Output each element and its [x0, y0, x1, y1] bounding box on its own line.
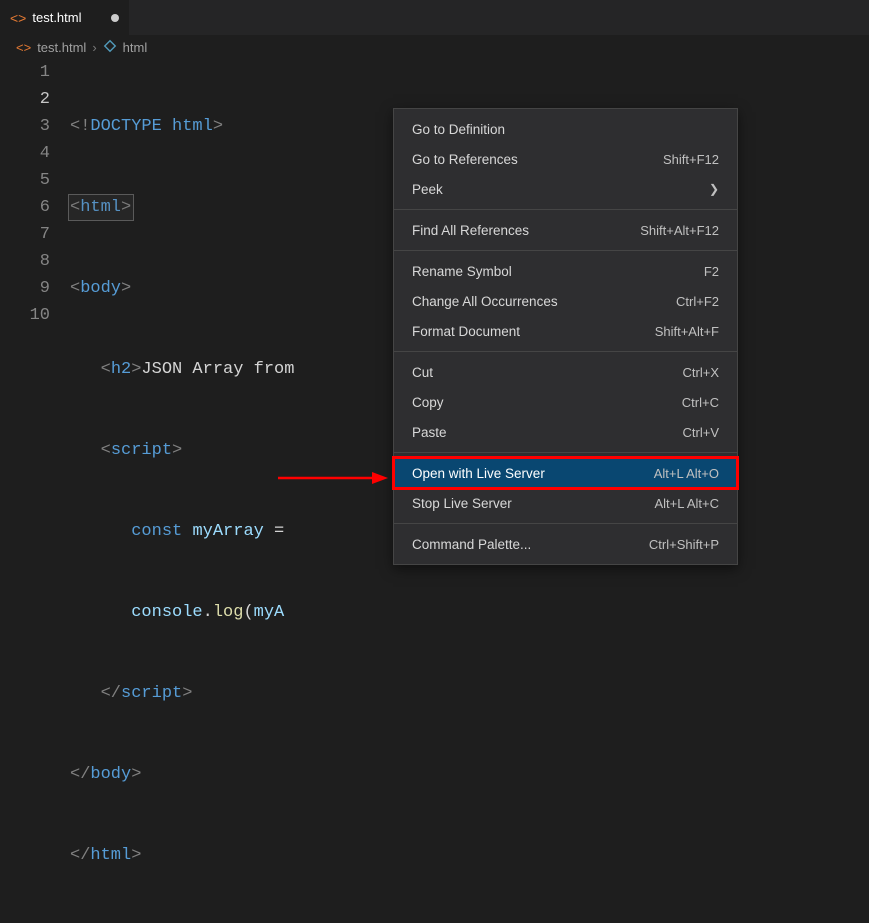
menu-separator	[394, 250, 737, 251]
menu-paste[interactable]: Paste Ctrl+V	[394, 417, 737, 447]
breadcrumb-symbol[interactable]: html	[123, 40, 148, 55]
chevron-right-icon: ❯	[709, 182, 719, 196]
menu-command-palette[interactable]: Command Palette... Ctrl+Shift+P	[394, 529, 737, 559]
menu-stop-live-server[interactable]: Stop Live Server Alt+L Alt+C	[394, 488, 737, 518]
menu-cut[interactable]: Cut Ctrl+X	[394, 357, 737, 387]
menu-separator	[394, 523, 737, 524]
breadcrumb-file[interactable]: test.html	[37, 40, 86, 55]
unsaved-indicator-icon	[111, 14, 119, 22]
menu-peek[interactable]: Peek ❯	[394, 174, 737, 204]
menu-separator	[394, 351, 737, 352]
chevron-right-icon: ›	[92, 40, 96, 55]
breadcrumb: <> test.html › html	[0, 35, 869, 59]
line-number: 5	[0, 167, 50, 194]
tab-test-html[interactable]: <> test.html	[0, 0, 130, 35]
html-file-icon: <>	[16, 40, 31, 55]
line-number: 3	[0, 113, 50, 140]
line-number-gutter: 1 2 3 4 5 6 7 8 9 10	[0, 59, 70, 923]
menu-separator	[394, 452, 737, 453]
line-number: 4	[0, 140, 50, 167]
menu-go-to-references[interactable]: Go to References Shift+F12	[394, 144, 737, 174]
menu-rename-symbol[interactable]: Rename Symbol F2	[394, 256, 737, 286]
tag-icon	[103, 39, 117, 56]
line-number: 10	[0, 302, 50, 329]
menu-go-to-definition[interactable]: Go to Definition	[394, 114, 737, 144]
menu-find-all-references[interactable]: Find All References Shift+Alt+F12	[394, 215, 737, 245]
line-number: 8	[0, 248, 50, 275]
line-number: 1	[0, 59, 50, 86]
tab-label: test.html	[32, 10, 81, 25]
line-number: 6	[0, 194, 50, 221]
menu-open-with-live-server[interactable]: Open with Live Server Alt+L Alt+O	[394, 458, 737, 488]
context-menu: Go to Definition Go to References Shift+…	[393, 108, 738, 565]
menu-change-all-occurrences[interactable]: Change All Occurrences Ctrl+F2	[394, 286, 737, 316]
line-number: 9	[0, 275, 50, 302]
line-number: 2	[0, 86, 50, 113]
menu-format-document[interactable]: Format Document Shift+Alt+F	[394, 316, 737, 346]
menu-separator	[394, 209, 737, 210]
tab-bar: <> test.html	[0, 0, 869, 35]
html-file-icon: <>	[10, 10, 26, 26]
menu-copy[interactable]: Copy Ctrl+C	[394, 387, 737, 417]
line-number: 7	[0, 221, 50, 248]
